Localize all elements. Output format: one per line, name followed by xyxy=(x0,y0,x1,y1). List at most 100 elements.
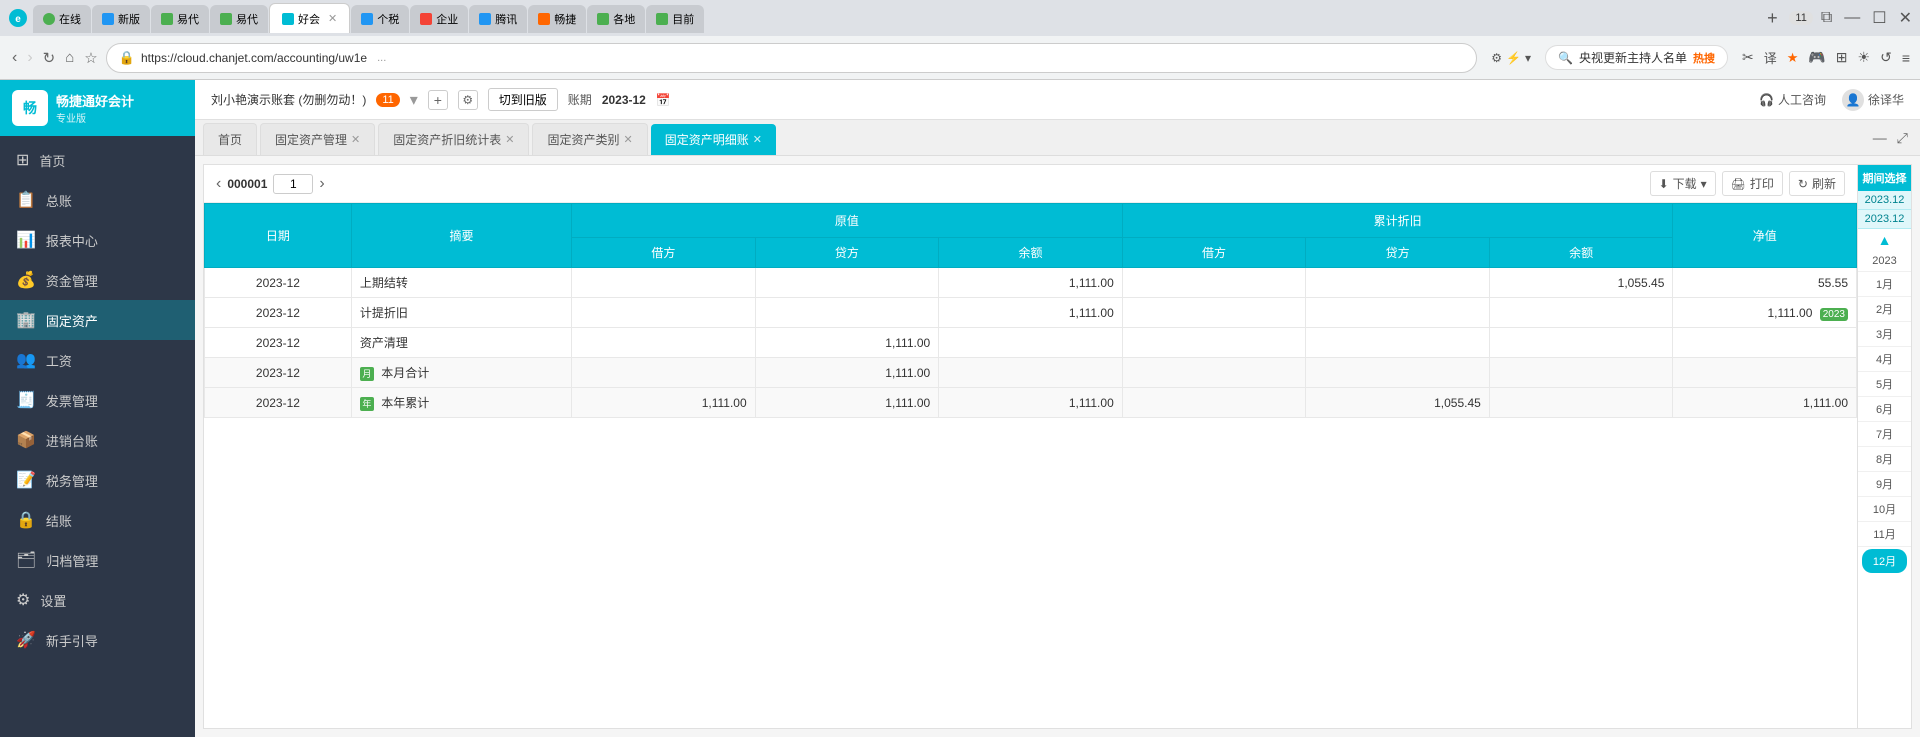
page-tab-close-1[interactable]: ✕ xyxy=(351,133,360,146)
customer-service-button[interactable]: 🎧 人工咨询 xyxy=(1759,91,1826,108)
maximize-button[interactable]: ☐ xyxy=(1868,8,1890,28)
sidebar-item-home[interactable]: ⊞ 首页 xyxy=(0,140,195,180)
period-panel-header: 期间选择 xyxy=(1858,165,1911,191)
address-input-box[interactable]: 🔒 https://cloud.chanjet.com/accounting/u… xyxy=(106,43,1477,73)
page-tab-detail-ledger[interactable]: 固定资产明细账 ✕ xyxy=(651,124,776,155)
period-item-10[interactable]: 10月 xyxy=(1858,497,1911,522)
row1-orig-credit xyxy=(755,268,939,298)
sidebar-title: 畅捷通好会计 xyxy=(56,91,134,110)
user-profile-button[interactable]: 👤 徐译华 xyxy=(1842,89,1904,111)
add-company-button[interactable]: + xyxy=(428,90,448,110)
switch-version-button[interactable]: 切到旧版 xyxy=(488,88,558,111)
browser-tab-yidai1[interactable]: 易代 xyxy=(151,5,209,33)
col-sub-accum-credit: 贷方 xyxy=(1306,238,1490,268)
fixed-assets-nav-icon: 🏢 xyxy=(16,310,36,330)
translate-icon[interactable]: 译 xyxy=(1764,48,1777,67)
sidebar-item-reports[interactable]: 📊 报表中心 xyxy=(0,220,195,260)
ledger-nav-icon: 📋 xyxy=(16,190,36,210)
lightning-icon[interactable]: ⚡ xyxy=(1506,51,1521,65)
calendar-icon[interactable]: 📅 xyxy=(656,93,671,107)
search-box[interactable]: 🔍 央视更新主持人名单 热搜 xyxy=(1545,45,1728,70)
row2-summary: 计提折旧 xyxy=(351,298,571,328)
period-item-11[interactable]: 11月 xyxy=(1858,522,1911,547)
grid-icon[interactable]: ⊞ xyxy=(1836,49,1848,66)
period-item-3[interactable]: 3月 xyxy=(1858,322,1911,347)
browser-tab-yidai2[interactable]: 易代 xyxy=(210,5,268,33)
window-icon-button[interactable]: ⧉ xyxy=(1817,9,1836,27)
browser-tab-changjie[interactable]: 畅捷 xyxy=(528,5,586,33)
close-window-button[interactable]: ✕ xyxy=(1895,8,1916,28)
print-button[interactable]: 🖨 打印 xyxy=(1722,171,1783,196)
sidebar-item-settings[interactable]: ⚙ 设置 xyxy=(0,580,195,620)
reload-button[interactable]: ↻ xyxy=(41,47,58,69)
sidebar-item-close[interactable]: 🔒 结账 xyxy=(0,500,195,540)
period-item-9[interactable]: 9月 xyxy=(1858,472,1911,497)
browser-tab-tencent[interactable]: 腾讯 xyxy=(469,5,527,33)
cut-icon[interactable]: ✂ xyxy=(1742,49,1754,66)
back-button[interactable]: ‹ xyxy=(10,47,19,69)
sidebar-item-funds[interactable]: 💰 资金管理 xyxy=(0,260,195,300)
dropdown-arrow[interactable]: ▾ xyxy=(1525,51,1531,65)
maximize-page-icon[interactable]: ⤢ xyxy=(1897,129,1908,146)
dropdown-arrow-topbar[interactable]: ▾ xyxy=(410,90,418,110)
sidebar-item-fixed-assets[interactable]: 🏢 固定资产 xyxy=(0,300,195,340)
menu-icon[interactable]: ≡ xyxy=(1902,50,1910,66)
minimize-button[interactable]: — xyxy=(1840,9,1864,27)
sidebar-item-archive[interactable]: 🗂 归档管理 xyxy=(0,540,195,580)
row3-net-value xyxy=(1673,328,1857,358)
period-item-7[interactable]: 7月 xyxy=(1858,422,1911,447)
undo-icon[interactable]: ↺ xyxy=(1880,49,1892,66)
row3-date: 2023-12 xyxy=(205,328,352,358)
browser-tab-tax[interactable]: 个税 xyxy=(351,5,409,33)
period-item-4[interactable]: 4月 xyxy=(1858,347,1911,372)
page-tab-depreciation-stats[interactable]: 固定资产折旧统计表 ✕ xyxy=(378,123,529,155)
page-navigation: ‹ 000001 › xyxy=(216,174,325,194)
browser-tab-new[interactable]: 新版 xyxy=(92,5,150,33)
refresh-button[interactable]: ↻ 刷新 xyxy=(1789,171,1845,196)
sidebar-item-payroll[interactable]: 👥 工资 xyxy=(0,340,195,380)
star-icon[interactable]: ★ xyxy=(1787,50,1799,66)
sidebar-item-guide[interactable]: 🚀 新手引导 xyxy=(0,620,195,660)
sidebar-item-ledger[interactable]: 📋 总账 xyxy=(0,180,195,220)
page-tab-close-3[interactable]: ✕ xyxy=(624,133,633,146)
tab-label-yidai1: 易代 xyxy=(177,11,199,27)
forward-button[interactable]: › xyxy=(25,47,34,69)
bookmark-button[interactable]: ☆ xyxy=(82,47,99,69)
period-scroll-up[interactable]: ▲ xyxy=(1858,229,1911,251)
period-item-12-active[interactable]: 12月 xyxy=(1862,549,1907,573)
sidebar-item-tax[interactable]: 📝 税务管理 xyxy=(0,460,195,500)
minimize-page-icon[interactable]: — xyxy=(1873,130,1887,146)
page-tab-asset-category[interactable]: 固定资产类别 ✕ xyxy=(532,123,647,155)
extensions-icon[interactable]: ⚙ xyxy=(1491,51,1502,65)
game-icon[interactable]: 🎮 xyxy=(1808,49,1825,66)
page-input[interactable] xyxy=(273,174,313,194)
new-tab-button[interactable]: + xyxy=(1759,5,1785,31)
sidebar-item-purchase[interactable]: 📦 进销台账 xyxy=(0,420,195,460)
browser-tab-haohui[interactable]: 好会 ✕ xyxy=(269,3,350,33)
period-item-1[interactable]: 1月 xyxy=(1858,272,1911,297)
settings-small-button[interactable]: ⚙ xyxy=(458,90,478,110)
period-item-6[interactable]: 6月 xyxy=(1858,397,1911,422)
page-window-controls: — ⤢ xyxy=(1873,129,1908,146)
sidebar-item-invoice[interactable]: 🧾 发票管理 xyxy=(0,380,195,420)
page-tab-fixed-assets-mgmt[interactable]: 固定资产管理 ✕ xyxy=(260,123,375,155)
page-tab-close-4[interactable]: ✕ xyxy=(753,133,762,146)
period-item-8[interactable]: 8月 xyxy=(1858,447,1911,472)
page-tab-home[interactable]: 首页 xyxy=(203,123,257,155)
next-page-button[interactable]: › xyxy=(319,175,324,193)
period-item-2[interactable]: 2月 xyxy=(1858,297,1911,322)
browser-tab-online[interactable]: 在线 xyxy=(33,5,91,33)
browser-tab-enterprise[interactable]: 企业 xyxy=(410,5,468,33)
page-tab-close-2[interactable]: ✕ xyxy=(505,133,514,146)
period-item-5[interactable]: 5月 xyxy=(1858,372,1911,397)
browser-tab-muqian[interactable]: 目前 xyxy=(646,5,704,33)
browser-tab-gedi[interactable]: 各地 xyxy=(587,5,645,33)
row4-summary: 月 本月合计 xyxy=(351,358,571,388)
download-button[interactable]: ⬇ 下载 ▾ xyxy=(1650,171,1716,196)
prev-page-button[interactable]: ‹ xyxy=(216,175,221,193)
brightness-icon[interactable]: ☀ xyxy=(1858,49,1871,66)
home-button[interactable]: ⌂ xyxy=(63,47,76,68)
tab-close-haohui[interactable]: ✕ xyxy=(328,12,337,25)
reports-nav-icon: 📊 xyxy=(16,230,36,250)
period-item-year[interactable]: 2023 xyxy=(1858,251,1911,272)
